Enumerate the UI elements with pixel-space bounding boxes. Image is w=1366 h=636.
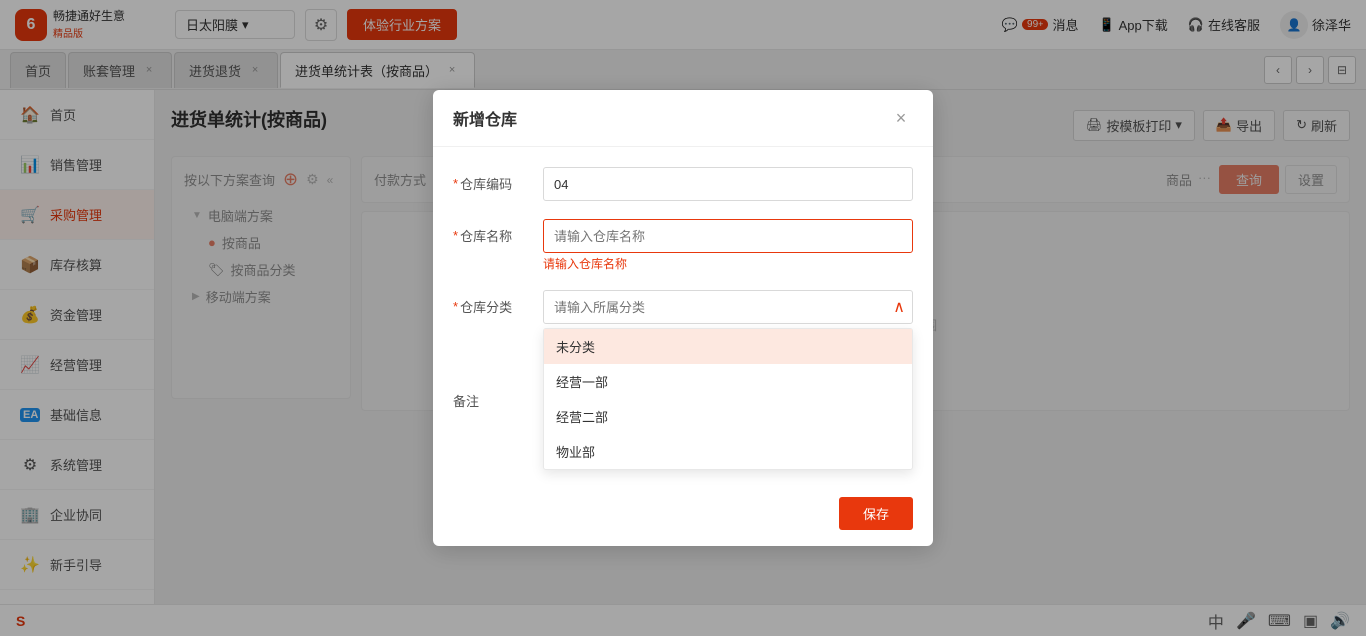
warehouse-name-label: * 仓库名称 — [453, 219, 533, 245]
warehouse-code-row: * 仓库编码 — [453, 167, 913, 201]
dropdown-option-dept1[interactable]: 经营一部 — [544, 364, 912, 399]
dropdown-option-property[interactable]: 物业部 — [544, 434, 912, 469]
warehouse-code-input[interactable] — [543, 167, 913, 201]
warehouse-name-row: * 仓库名称 请输入仓库名称 — [453, 219, 913, 272]
warehouse-category-row: * 仓库分类 ∧ 未分类 经营一部 经营二部 物业部 — [453, 290, 913, 324]
warehouse-name-input[interactable] — [543, 219, 913, 253]
dropdown-option-unclassified[interactable]: 未分类 — [544, 329, 912, 364]
dialog-header: 新增仓库 × — [433, 90, 933, 147]
warehouse-name-field: 请输入仓库名称 — [543, 219, 913, 272]
dropdown-arrow-icon[interactable]: ∧ — [893, 297, 905, 317]
dropdown-option-dept2[interactable]: 经营二部 — [544, 399, 912, 434]
dialog-body: * 仓库编码 * 仓库名称 请输入仓库名称 — [433, 147, 933, 485]
dialog-overlay: 新增仓库 × * 仓库编码 * 仓库名称 — [0, 0, 1366, 636]
warehouse-category-input[interactable] — [543, 290, 913, 324]
dialog-title: 新增仓库 — [453, 106, 517, 130]
warehouse-code-label: * 仓库编码 — [453, 167, 533, 193]
new-warehouse-dialog: 新增仓库 × * 仓库编码 * 仓库名称 — [433, 90, 933, 546]
warehouse-name-error: 请输入仓库名称 — [543, 255, 913, 272]
dialog-close-button[interactable]: × — [889, 106, 913, 130]
save-button[interactable]: 保存 — [839, 497, 913, 530]
warehouse-category-field: ∧ 未分类 经营一部 经营二部 物业部 — [543, 290, 913, 324]
warehouse-code-field — [543, 167, 913, 201]
warehouse-category-label: * 仓库分类 — [453, 290, 533, 316]
note-label: 备注 — [453, 384, 533, 410]
dialog-footer: 保存 — [433, 485, 933, 546]
warehouse-category-dropdown: 未分类 经营一部 经营二部 物业部 — [543, 328, 913, 470]
